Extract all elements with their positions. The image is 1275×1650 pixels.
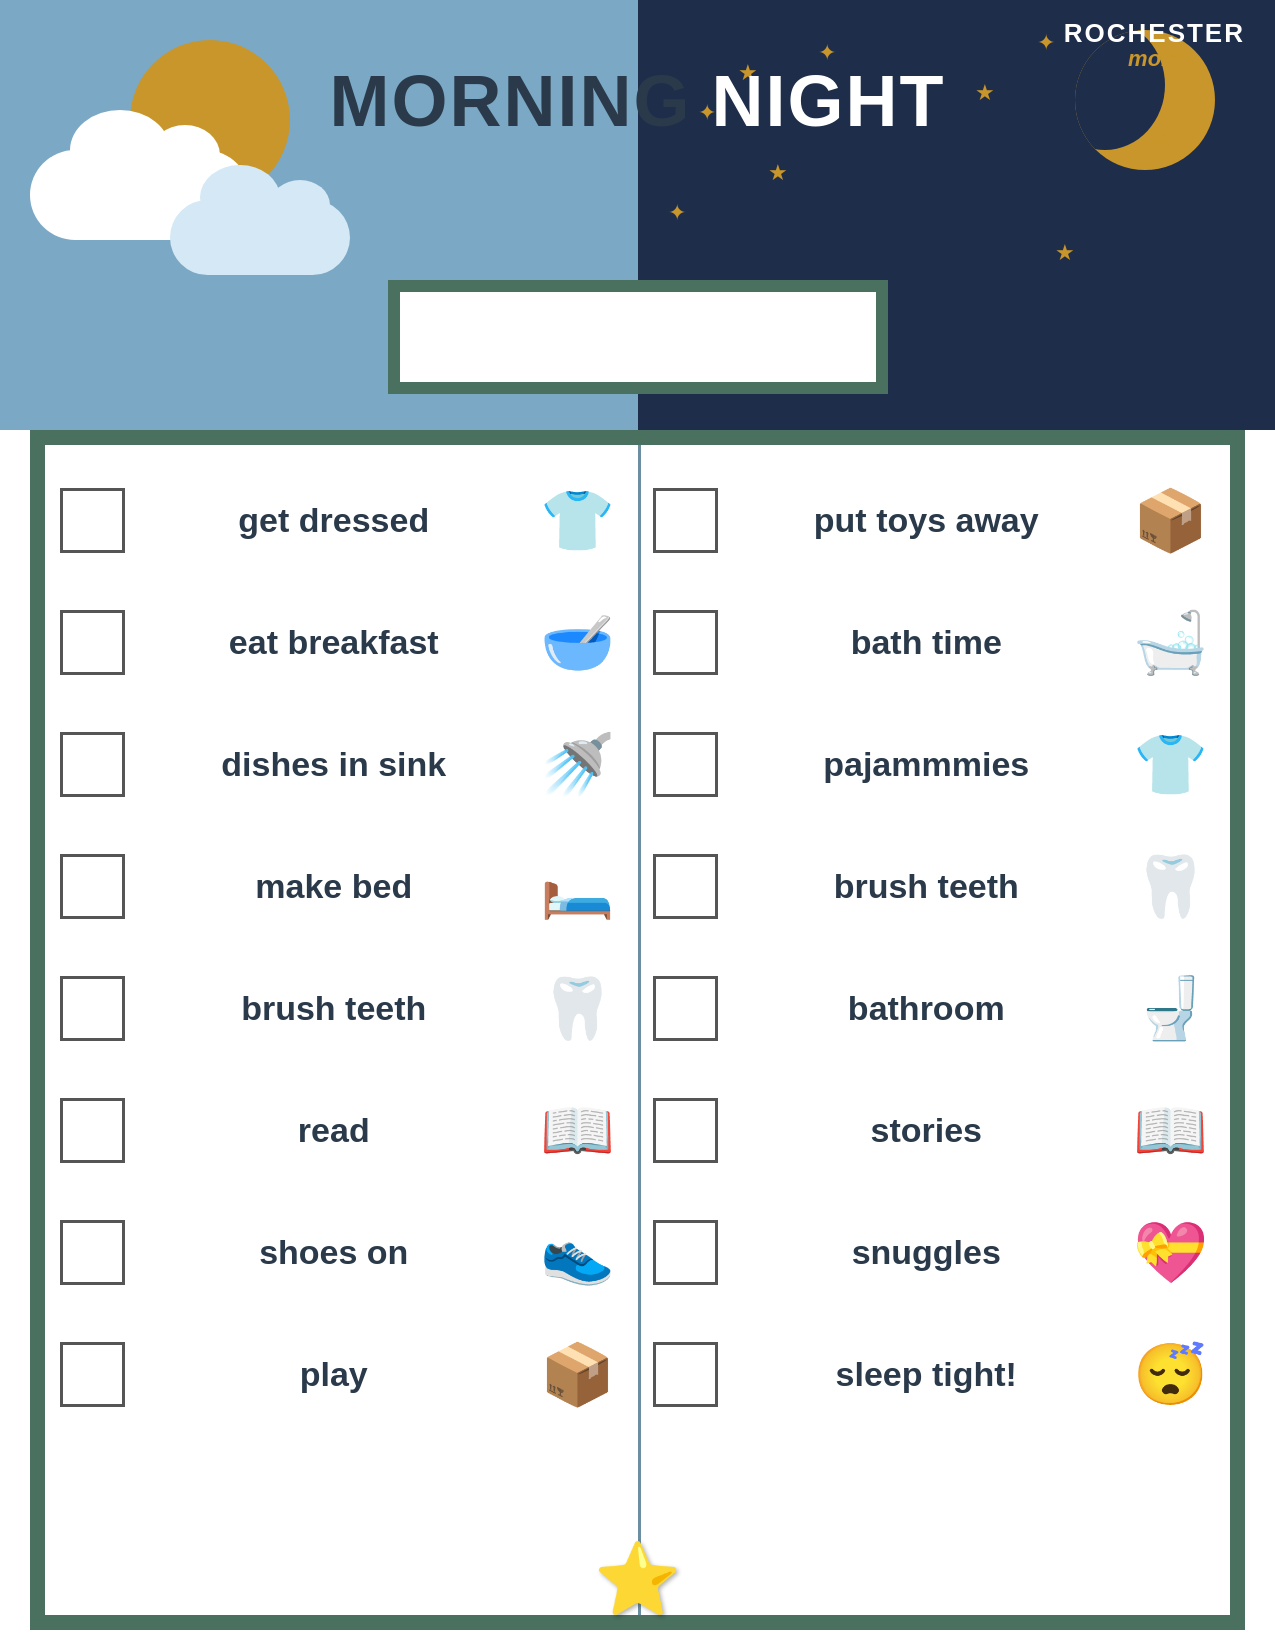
- name-box-container: [388, 280, 888, 394]
- morning-column: get dressed 👕 eat breakfast 🥣 dishes in …: [45, 445, 638, 1615]
- morning-list-item: get dressed 👕: [60, 465, 623, 575]
- morning-checkbox-2[interactable]: [60, 732, 125, 797]
- morning-list-item: dishes in sink 🚿: [60, 709, 623, 819]
- name-box[interactable]: [400, 292, 876, 382]
- night-list-item: sleep tight! 😴: [653, 1319, 1216, 1429]
- morning-item-label-0: get dressed: [135, 501, 533, 540]
- morning-item-label-1: eat breakfast: [135, 623, 533, 662]
- night-checkbox-2[interactable]: [653, 732, 718, 797]
- night-item-icon-7: 😴: [1125, 1329, 1215, 1419]
- cloud2-icon: [170, 200, 350, 275]
- night-checkbox-5[interactable]: [653, 1098, 718, 1163]
- morning-item-icon-3: 🛏️: [533, 841, 623, 931]
- morning-item-icon-0: 👕: [533, 475, 623, 565]
- night-list-item: stories 📖: [653, 1075, 1216, 1185]
- column-divider: [638, 445, 641, 1615]
- checklist-inner: get dressed 👕 eat breakfast 🥣 dishes in …: [45, 445, 1230, 1615]
- night-item-icon-1: 🛁: [1125, 597, 1215, 687]
- night-column: put toys away 📦 bath time 🛁 pajammmies 👕…: [638, 445, 1231, 1615]
- night-item-label-3: brush teeth: [728, 867, 1126, 906]
- night-item-label-0: put toys away: [728, 501, 1126, 540]
- morning-item-label-4: brush teeth: [135, 989, 533, 1028]
- morning-item-label-5: read: [135, 1111, 533, 1150]
- night-item-label-2: pajammmies: [728, 745, 1126, 784]
- night-checkbox-0[interactable]: [653, 488, 718, 553]
- star-decoration: ★: [1155, 130, 1175, 156]
- morning-checkbox-3[interactable]: [60, 854, 125, 919]
- morning-list-item: read 📖: [60, 1075, 623, 1185]
- morning-list-item: shoes on 👟: [60, 1197, 623, 1307]
- night-item-icon-0: 📦: [1125, 475, 1215, 565]
- morning-item-icon-1: 🥣: [533, 597, 623, 687]
- night-item-label-1: bath time: [728, 623, 1126, 662]
- rochester-logo: ROCHESTER mom: [1064, 20, 1245, 72]
- morning-item-icon-5: 📖: [533, 1085, 623, 1175]
- star-decoration: ★: [975, 80, 995, 106]
- title-bar: MORNING NIGHT: [330, 60, 946, 142]
- night-title: NIGHT: [712, 60, 946, 142]
- night-list-item: bathroom 🚽: [653, 953, 1216, 1063]
- night-checkbox-1[interactable]: [653, 610, 718, 675]
- night-checkbox-3[interactable]: [653, 854, 718, 919]
- night-list-item: pajammmies 👕: [653, 709, 1216, 819]
- morning-list-item: play 📦: [60, 1319, 623, 1429]
- logo-rochester: ROCHESTER: [1064, 20, 1245, 46]
- night-item-icon-4: 🚽: [1125, 963, 1215, 1053]
- night-item-icon-5: 📖: [1125, 1085, 1215, 1175]
- gold-star-icon: ⭐: [594, 1538, 681, 1620]
- morning-item-label-3: make bed: [135, 867, 533, 906]
- night-item-icon-3: 🦷: [1125, 841, 1215, 931]
- night-checkbox-4[interactable]: [653, 976, 718, 1041]
- night-list-item: put toys away 📦: [653, 465, 1216, 575]
- checklist-container: get dressed 👕 eat breakfast 🥣 dishes in …: [30, 430, 1245, 1630]
- night-item-icon-2: 👕: [1125, 719, 1215, 809]
- night-item-label-4: bathroom: [728, 989, 1126, 1028]
- night-item-icon-6: 💝: [1125, 1207, 1215, 1297]
- morning-list-item: make bed 🛏️: [60, 831, 623, 941]
- morning-item-label-2: dishes in sink: [135, 745, 533, 784]
- night-item-label-5: stories: [728, 1111, 1126, 1150]
- star-decoration: ★: [768, 160, 788, 186]
- morning-item-icon-7: 📦: [533, 1329, 623, 1419]
- morning-item-label-7: play: [135, 1355, 533, 1394]
- morning-item-icon-4: 🦷: [533, 963, 623, 1053]
- morning-list-item: eat breakfast 🥣: [60, 587, 623, 697]
- morning-item-label-6: shoes on: [135, 1233, 533, 1272]
- morning-checkbox-6[interactable]: [60, 1220, 125, 1285]
- star-decoration: ✦: [1037, 30, 1055, 56]
- night-item-label-7: sleep tight!: [728, 1355, 1126, 1394]
- morning-title: MORNING: [330, 60, 692, 142]
- night-list-item: snuggles 💝: [653, 1197, 1216, 1307]
- morning-checkbox-1[interactable]: [60, 610, 125, 675]
- morning-checkbox-5[interactable]: [60, 1098, 125, 1163]
- morning-list-item: brush teeth 🦷: [60, 953, 623, 1063]
- night-item-label-6: snuggles: [728, 1233, 1126, 1272]
- star-decoration: ★: [1055, 240, 1075, 266]
- morning-checkbox-4[interactable]: [60, 976, 125, 1041]
- night-list-item: bath time 🛁: [653, 587, 1216, 697]
- morning-checkbox-7[interactable]: [60, 1342, 125, 1407]
- morning-item-icon-6: 👟: [533, 1207, 623, 1297]
- night-list-item: brush teeth 🦷: [653, 831, 1216, 941]
- night-checkbox-7[interactable]: [653, 1342, 718, 1407]
- morning-checkbox-0[interactable]: [60, 488, 125, 553]
- morning-item-icon-2: 🚿: [533, 719, 623, 809]
- logo-mom: mom: [1064, 46, 1245, 72]
- star-decoration: ✦: [668, 200, 686, 226]
- night-checkbox-6[interactable]: [653, 1220, 718, 1285]
